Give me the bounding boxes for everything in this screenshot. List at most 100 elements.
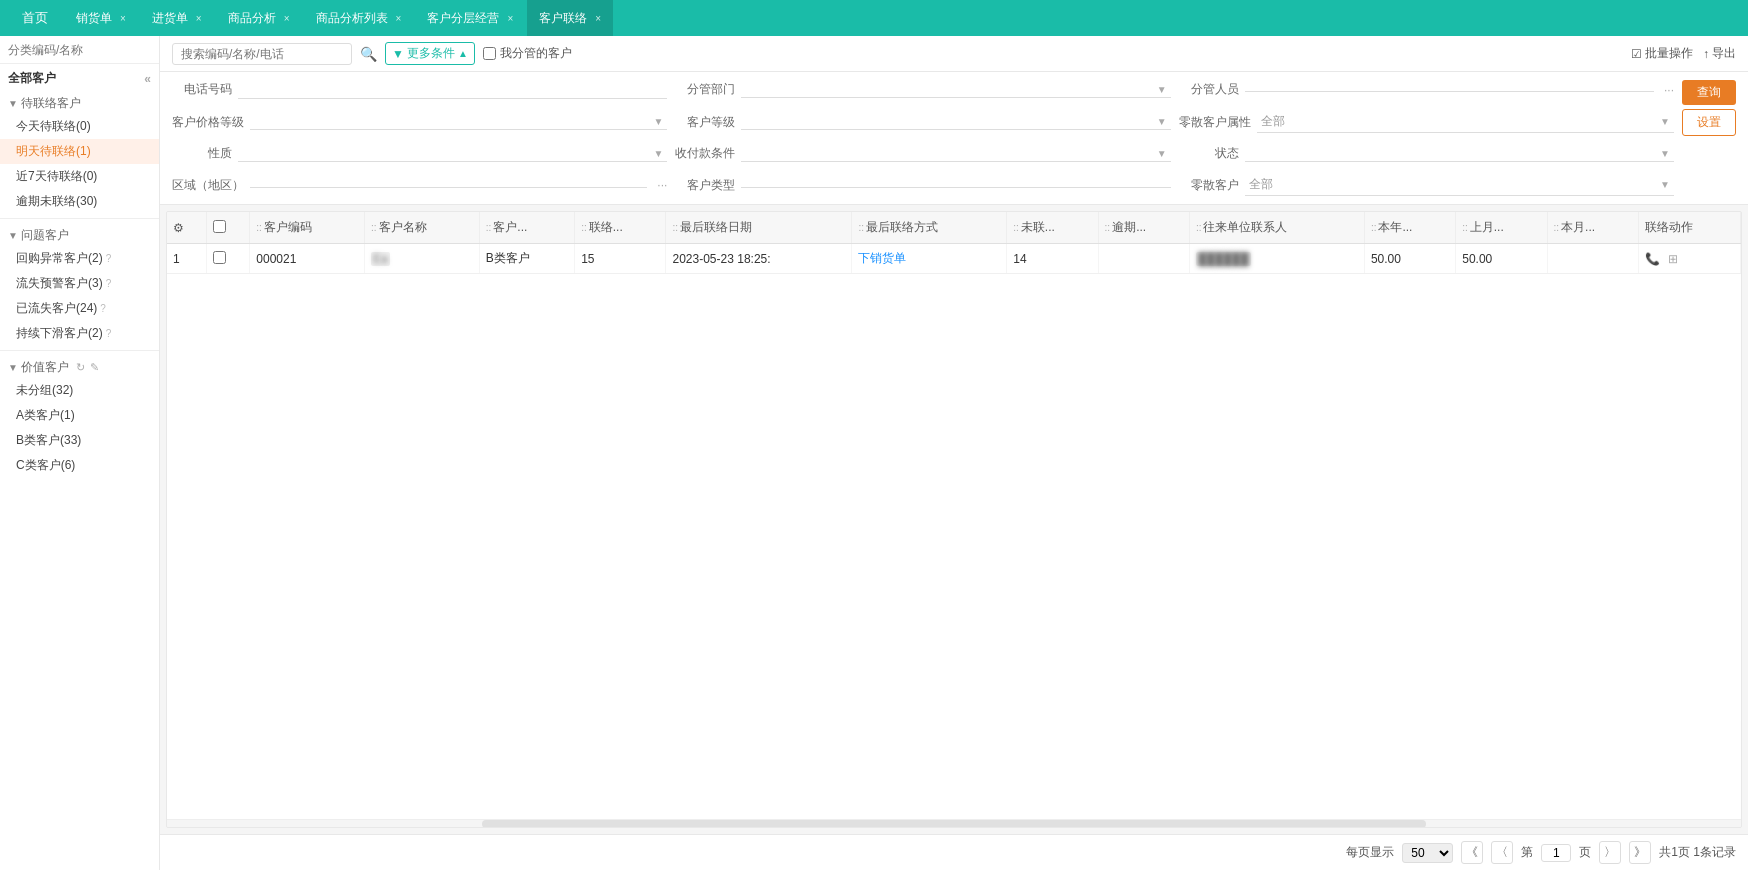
- next-page-button[interactable]: 〉: [1599, 841, 1621, 864]
- dept-select[interactable]: ▼: [741, 82, 1170, 98]
- query-button[interactable]: 查询: [1682, 80, 1736, 105]
- sidebar-item-churned[interactable]: 已流失客户(24) ?: [0, 296, 159, 321]
- total-info: 共1页 1条记录: [1659, 844, 1736, 861]
- close-product-analysis-list-tab[interactable]: ×: [396, 13, 402, 24]
- customer-grade-select[interactable]: ▼: [741, 114, 1170, 130]
- page-size-select[interactable]: 50 20 100: [1402, 843, 1453, 863]
- payment-select[interactable]: ▼: [741, 146, 1170, 162]
- nav-customer-tier[interactable]: 客户分层经营 ×: [415, 0, 525, 36]
- export-button[interactable]: ↑ 导出: [1703, 45, 1736, 62]
- col-last-contact-date[interactable]: ::最后联络日期: [666, 212, 852, 244]
- select-all-checkbox[interactable]: [213, 220, 226, 233]
- sidebar-item-today-pending[interactable]: 今天待联络(0): [0, 114, 159, 139]
- value-group-refresh-icon[interactable]: ↻: [76, 361, 85, 374]
- data-table: ⚙ ::客户编码 ::客户名称 ::客户... ::联络... ::最后联络日期…: [167, 212, 1741, 274]
- filter-bar: 🔍 ▼ 更多条件 ▲ 我分管的客户 ☑ 批量操作 ↑ 导出: [160, 36, 1748, 72]
- customer-type-select[interactable]: [741, 183, 1170, 188]
- col-name[interactable]: ::客户名称: [365, 212, 480, 244]
- col-customer-type[interactable]: ::客户...: [479, 212, 574, 244]
- filter-field-price-grade: 客户价格等级 ▼: [172, 114, 667, 131]
- batch-operation-button[interactable]: ☑ 批量操作: [1631, 45, 1693, 62]
- action-more-icon[interactable]: ⊞: [1668, 252, 1678, 266]
- page-number-input[interactable]: [1541, 844, 1571, 862]
- nav-sales[interactable]: 销货单 ×: [64, 0, 138, 36]
- col-this-year[interactable]: ::本年...: [1364, 212, 1455, 244]
- nav-product-analysis[interactable]: 商品分析 ×: [216, 0, 302, 36]
- sidebar-item-tomorrow-pending[interactable]: 明天待联络(1): [0, 139, 159, 164]
- sidebar-item-declining[interactable]: 持续下滑客户(2) ?: [0, 321, 159, 346]
- region-select[interactable]: [250, 183, 647, 188]
- filter-search-input[interactable]: [172, 43, 352, 65]
- scrollbar-thumb[interactable]: [482, 820, 1426, 828]
- status-select[interactable]: ▼: [1245, 146, 1674, 162]
- col-last-month[interactable]: ::上月...: [1456, 212, 1547, 244]
- col-this-month[interactable]: ::本月...: [1547, 212, 1638, 244]
- nav-home[interactable]: 首页: [8, 0, 62, 36]
- close-product-analysis-tab[interactable]: ×: [284, 13, 290, 24]
- col-checkbox[interactable]: [206, 212, 250, 244]
- dept-select-arrow: ▼: [1157, 84, 1167, 95]
- table-scrollbar[interactable]: [167, 819, 1741, 827]
- nav-purchase[interactable]: 进货单 ×: [140, 0, 214, 36]
- help-icon-repurchase: ?: [106, 253, 112, 264]
- first-page-button[interactable]: 《: [1461, 841, 1483, 864]
- person-label: 分管人员: [1179, 81, 1239, 98]
- sidebar-group-pending[interactable]: ▼ 待联络客户: [0, 91, 159, 114]
- close-customer-tier-tab[interactable]: ×: [507, 13, 513, 24]
- filter-more-conditions-button[interactable]: ▼ 更多条件 ▲: [385, 42, 475, 65]
- col-code[interactable]: ::客户编码: [250, 212, 365, 244]
- sidebar-item-overdue-pending[interactable]: 逾期未联络(30): [0, 189, 159, 214]
- retail-customer-select[interactable]: 全部 ▼: [1245, 174, 1674, 196]
- phone-input[interactable]: [238, 80, 667, 99]
- sidebar-item-week-pending[interactable]: 近7天待联络(0): [0, 164, 159, 189]
- sidebar-item-class-c[interactable]: C类客户(6): [0, 453, 159, 478]
- sidebar-search-input[interactable]: [8, 43, 158, 57]
- row-last-contact-method[interactable]: 下销货单: [852, 244, 1007, 274]
- prev-page-button[interactable]: 〈: [1491, 841, 1513, 864]
- export-label: 导出: [1712, 45, 1736, 62]
- my-customers-filter[interactable]: 我分管的客户: [483, 45, 572, 62]
- set-button[interactable]: 设置: [1682, 109, 1736, 136]
- close-sales-tab[interactable]: ×: [120, 13, 126, 24]
- row-last-month: 50.00: [1456, 244, 1547, 274]
- action-phone-icon[interactable]: 📞: [1645, 252, 1660, 266]
- row-customer-type: B类客户: [479, 244, 574, 274]
- retail-attr-select[interactable]: 全部 ▼: [1257, 111, 1674, 133]
- all-customers-label: 全部客户: [8, 70, 56, 87]
- sidebar-item-class-a[interactable]: A类客户(1): [0, 403, 159, 428]
- region-label: 区域（地区）: [172, 177, 244, 194]
- person-dots-button[interactable]: ···: [1664, 83, 1674, 97]
- value-group-edit-icon[interactable]: ✎: [90, 361, 99, 374]
- help-icon-declining: ?: [106, 328, 112, 339]
- col-uncontacted[interactable]: ::未联...: [1007, 212, 1098, 244]
- sidebar-item-unclassified[interactable]: 未分组(32): [0, 378, 159, 403]
- nav-customer-contact[interactable]: 客户联络 ×: [527, 0, 613, 36]
- customer-grade-label: 客户等级: [675, 114, 735, 131]
- collapse-sidebar-icon[interactable]: «: [144, 72, 151, 86]
- col-unit-contact[interactable]: ::往来单位联系人: [1189, 212, 1364, 244]
- row-checkbox-cell[interactable]: [206, 244, 250, 274]
- col-last-contact-method[interactable]: ::最后联络方式: [852, 212, 1007, 244]
- close-purchase-tab[interactable]: ×: [196, 13, 202, 24]
- filter-search-button[interactable]: 🔍: [360, 46, 377, 62]
- sidebar-group-value[interactable]: ▼ 价值客户 ↻ ✎: [0, 355, 159, 378]
- total-pages-label: 页: [1579, 844, 1591, 861]
- row-checkbox[interactable]: [213, 251, 226, 264]
- close-customer-contact-tab[interactable]: ×: [595, 13, 601, 24]
- sidebar-item-repurchase-abnormal[interactable]: 回购异常客户(2) ?: [0, 246, 159, 271]
- page-size-label: 每页显示: [1346, 844, 1394, 861]
- price-grade-select[interactable]: ▼: [250, 114, 667, 130]
- col-contact-count[interactable]: ::联络...: [575, 212, 666, 244]
- col-settings[interactable]: ⚙: [167, 212, 206, 244]
- sidebar-group-problem[interactable]: ▼ 问题客户: [0, 223, 159, 246]
- col-overdue[interactable]: ::逾期...: [1098, 212, 1189, 244]
- person-select[interactable]: [1245, 87, 1654, 92]
- all-customers-header[interactable]: 全部客户 «: [0, 64, 159, 91]
- sidebar-item-class-b[interactable]: B类客户(33): [0, 428, 159, 453]
- gender-select[interactable]: ▼: [238, 146, 667, 162]
- nav-product-analysis-list[interactable]: 商品分析列表 ×: [304, 0, 414, 36]
- my-customers-checkbox[interactable]: [483, 47, 496, 60]
- region-dots-button[interactable]: ···: [657, 178, 667, 192]
- sidebar-item-churn-warning[interactable]: 流失预警客户(3) ?: [0, 271, 159, 296]
- last-page-button[interactable]: 》: [1629, 841, 1651, 864]
